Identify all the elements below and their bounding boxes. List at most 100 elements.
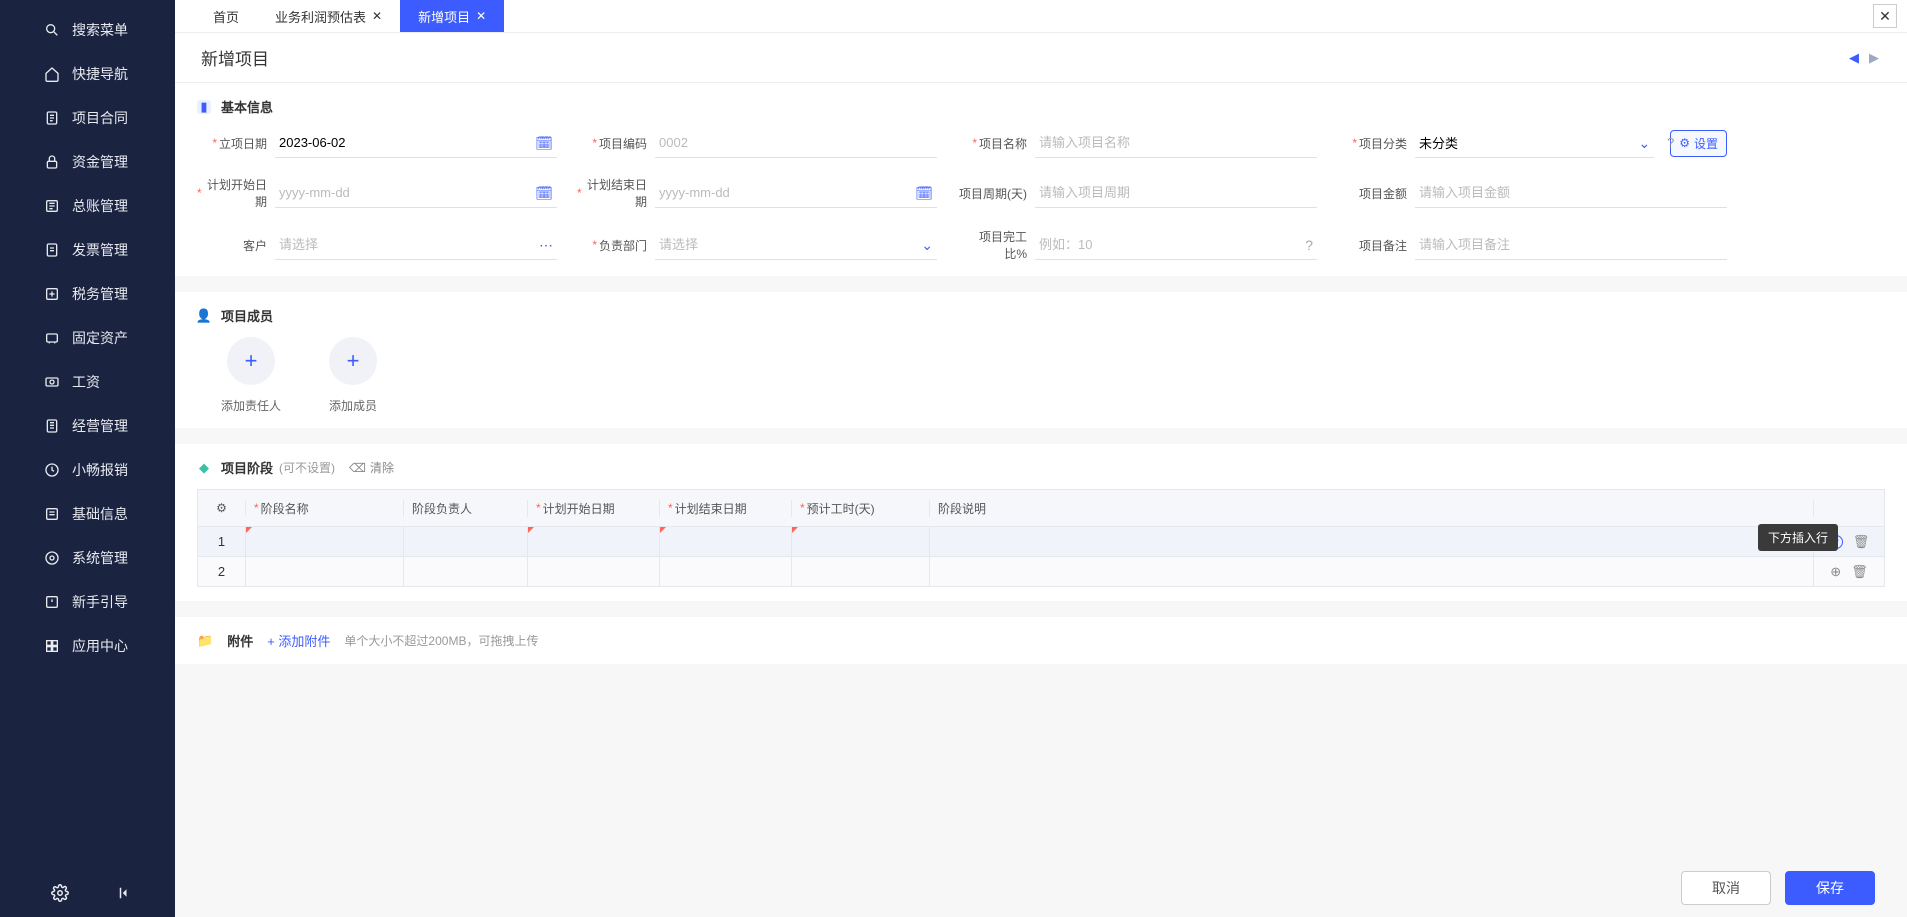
- delete-row-icon[interactable]: 🗑: [1853, 534, 1870, 550]
- close-tab-icon[interactable]: ✕: [372, 9, 382, 23]
- save-button[interactable]: 保存: [1785, 871, 1875, 905]
- tax-icon: [44, 286, 60, 302]
- prev-record-icon[interactable]: ◀: [1849, 50, 1859, 66]
- col-name: 阶段名称: [261, 500, 309, 517]
- tab[interactable]: 首页: [195, 0, 257, 32]
- chevron-down-icon[interactable]: ⌄: [1638, 135, 1650, 152]
- col-end: 计划结束日期: [675, 500, 747, 517]
- section-icon: ▮: [197, 100, 211, 114]
- col-desc: 阶段说明: [938, 500, 986, 517]
- sidebar-item-lock[interactable]: 资金管理: [10, 140, 175, 184]
- label-period: 项目周期(天): [959, 185, 1027, 202]
- delete-row-icon[interactable]: 🗑: [1851, 564, 1868, 580]
- table-row[interactable]: 1 下方插入行 + 🗑: [198, 526, 1884, 556]
- sidebar-item-tax[interactable]: 税务管理: [10, 272, 175, 316]
- attachment-hint: 单个大小不超过200MB，可拖拽上传: [344, 632, 538, 649]
- members-section: 👤 项目成员 + 添加责任人 + 添加成员: [175, 292, 1907, 428]
- app-icon: [44, 638, 60, 654]
- sidebar-item-doc[interactable]: 项目合同: [10, 96, 175, 140]
- sidebar-item-asset[interactable]: 固定资产: [10, 316, 175, 360]
- insert-row-tooltip: 下方插入行: [1758, 524, 1838, 551]
- category-settings-button[interactable]: ⚙ 设置: [1670, 130, 1727, 157]
- ledger-icon: [44, 198, 60, 214]
- calendar-icon[interactable]: 🗓: [535, 185, 553, 202]
- add-member-label: 添加成员: [329, 397, 377, 414]
- amount-input[interactable]: [1415, 178, 1727, 208]
- clear-stages-button[interactable]: ⌫ 清除: [349, 459, 394, 476]
- sidebar-item-salary[interactable]: 工资: [10, 360, 175, 404]
- tab-label: 首页: [213, 7, 239, 26]
- sidebar-item-guide[interactable]: 新手引导: [10, 580, 175, 624]
- sidebar-item-expense[interactable]: 小畅报销: [10, 448, 175, 492]
- table-row[interactable]: 2 ⊕ 🗑: [198, 556, 1884, 586]
- tab-label: 新增项目: [418, 7, 470, 26]
- expense-icon: [44, 462, 60, 478]
- calendar-icon[interactable]: 🗓: [535, 135, 553, 152]
- next-record-icon[interactable]: ▶: [1869, 50, 1879, 66]
- add-member-button[interactable]: +: [329, 337, 377, 385]
- project-code-input[interactable]: [655, 128, 937, 158]
- attachment-icon: 📁: [197, 633, 213, 649]
- completion-pct-input[interactable]: [1035, 230, 1317, 260]
- sidebar-item-search[interactable]: 搜索菜单: [10, 8, 175, 52]
- label-dept: 负责部门: [599, 237, 647, 254]
- plan-end-input[interactable]: [655, 178, 937, 208]
- plan-start-input[interactable]: [275, 178, 557, 208]
- label-category: 项目分类: [1359, 135, 1407, 152]
- row-num: 2: [198, 556, 246, 586]
- sidebar-item-label: 固定资产: [72, 328, 128, 348]
- invoice-icon: [44, 242, 60, 258]
- sidebar-item-info[interactable]: 基础信息: [10, 492, 175, 536]
- project-name-input[interactable]: [1035, 128, 1317, 158]
- section-title: 项目成员: [221, 306, 273, 325]
- period-input[interactable]: [1035, 178, 1317, 208]
- calendar-icon[interactable]: 🗓: [915, 185, 933, 202]
- label-remark: 项目备注: [1359, 237, 1407, 254]
- sidebar-item-biz[interactable]: 经营管理: [10, 404, 175, 448]
- settings-icon[interactable]: [51, 884, 69, 902]
- insert-row-icon[interactable]: ⊕: [1830, 564, 1841, 580]
- tab[interactable]: 新增项目 ✕: [400, 0, 504, 32]
- col-gear[interactable]: ⚙: [198, 501, 246, 515]
- sidebar-item-label: 基础信息: [72, 504, 128, 524]
- add-attachment-button[interactable]: + 添加附件: [267, 631, 330, 650]
- sidebar-item-label: 经营管理: [72, 416, 128, 436]
- customer-select[interactable]: [275, 230, 557, 260]
- stages-icon: ◆: [197, 461, 211, 475]
- label-date: 立项日期: [219, 135, 267, 152]
- close-tab-icon[interactable]: ✕: [476, 9, 486, 23]
- dept-select[interactable]: [655, 230, 937, 260]
- stages-section: ◆ 项目阶段 (可不设置) ⌫ 清除 ⚙ *阶段名称 阶段负责人 *计划开始日期…: [175, 444, 1907, 601]
- stages-table: ⚙ *阶段名称 阶段负责人 *计划开始日期 *计划结束日期 *预计工时(天) 阶…: [197, 489, 1885, 587]
- sidebar-item-home[interactable]: 快捷导航: [10, 52, 175, 96]
- project-category-select[interactable]: [1415, 128, 1654, 158]
- label-plan-end: 计划结束日期: [584, 176, 647, 210]
- remark-input[interactable]: [1415, 230, 1727, 260]
- attachments-section: 📁 附件 + 添加附件 单个大小不超过200MB，可拖拽上传: [175, 617, 1907, 664]
- sidebar-item-app[interactable]: 应用中心: [10, 624, 175, 668]
- label-code: 项目编码: [599, 135, 647, 152]
- sidebar-item-label: 快捷导航: [72, 64, 128, 84]
- collapse-icon[interactable]: [116, 884, 134, 902]
- home-icon: [44, 66, 60, 82]
- label-customer: 客户: [243, 237, 267, 254]
- help-icon[interactable]: ?: [1305, 237, 1313, 253]
- sidebar-item-label: 搜索菜单: [72, 20, 128, 40]
- add-owner-button[interactable]: +: [227, 337, 275, 385]
- sidebar-item-label: 发票管理: [72, 240, 128, 260]
- page-title: 新增项目: [201, 45, 269, 70]
- sidebar-item-label: 资金管理: [72, 152, 128, 172]
- sidebar-item-ledger[interactable]: 总账管理: [10, 184, 175, 228]
- more-icon[interactable]: ⋯: [539, 237, 553, 254]
- project-date-input[interactable]: [275, 128, 557, 158]
- col-hours: 预计工时(天): [807, 500, 875, 517]
- chevron-down-icon[interactable]: ⌄: [921, 237, 933, 254]
- help-icon[interactable]: ?: [1667, 135, 1674, 150]
- sidebar-item-label: 项目合同: [72, 108, 128, 128]
- asset-icon: [44, 330, 60, 346]
- sidebar-item-system[interactable]: 系统管理: [10, 536, 175, 580]
- cancel-button[interactable]: 取消: [1681, 871, 1771, 905]
- sidebar-item-invoice[interactable]: 发票管理: [10, 228, 175, 272]
- close-panel-button[interactable]: ✕: [1873, 4, 1897, 28]
- tab[interactable]: 业务利润预估表✕: [257, 0, 400, 32]
